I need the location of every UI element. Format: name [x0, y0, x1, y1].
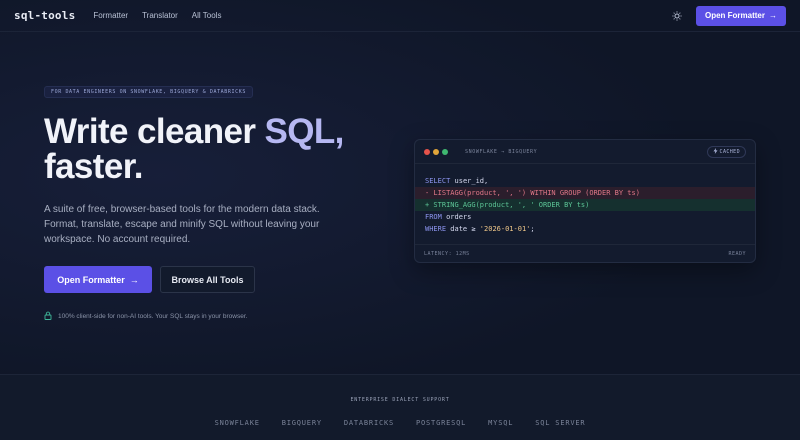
hero-title-accent: SQL, [264, 112, 345, 151]
window-dot-yellow [433, 148, 439, 155]
code-text: user_id, [450, 177, 489, 185]
dialect-snowflake: SNOWFLAKE [214, 419, 260, 427]
open-formatter-label: Open Formatter [57, 274, 125, 285]
sun-icon[interactable] [670, 9, 684, 23]
hero-description: A suite of free, browser-based tools for… [44, 204, 320, 245]
translation-preview-card: SNOWFLAKE → BIGQUERY CACHED SELECT user_… [414, 139, 756, 263]
dialect-databricks: DATABRICKS [343, 419, 395, 427]
code-string: '2026-01-01' [479, 225, 531, 233]
nav-link-translator[interactable]: Translator [142, 11, 178, 20]
card-title: SNOWFLAKE → BIGQUERY [465, 148, 538, 155]
lightning-icon [713, 147, 718, 156]
status-text: READY [728, 250, 746, 257]
dialect-mysql: MYSQL [488, 419, 514, 427]
hero-title: Write cleaner SQL, faster. [44, 114, 384, 184]
code-keyword: WHERE [425, 225, 447, 233]
dialect-list: SNOWFLAKE BIGQUERY DATABRICKS POSTGRESQL… [0, 419, 800, 427]
top-nav: sql-tools Formatter Translator All Tools… [0, 0, 800, 32]
arrow-right-icon: → [769, 11, 777, 20]
code-line: SELECT user_id, [415, 175, 755, 187]
code-text: ; [530, 225, 535, 233]
browse-all-tools-label: Browse All Tools [171, 274, 244, 285]
code-diff: SELECT user_id, - LISTAGG(product, ', ')… [415, 164, 755, 235]
code-keyword: SELECT [425, 177, 451, 185]
code-line-added: + STRING_AGG(product, ', ' ORDER BY ts) [415, 199, 755, 211]
cached-badge: CACHED [706, 145, 746, 158]
browse-all-tools-button[interactable]: Browse All Tools [160, 266, 255, 293]
window-dot-red [424, 148, 430, 155]
nav-link-formatter[interactable]: Formatter [93, 11, 128, 20]
card-header: SNOWFLAKE → BIGQUERY CACHED [415, 140, 755, 164]
code-line: FROM orders [415, 211, 755, 223]
logo[interactable]: sql-tools [14, 9, 75, 22]
nav-actions: Open Formatter → [670, 5, 786, 26]
code-line: WHERE date ≥ '2026-01-01'; [415, 223, 755, 235]
window-dot-green [442, 148, 448, 155]
nav-link-all-tools[interactable]: All Tools [192, 11, 222, 20]
cached-badge-label: CACHED [719, 148, 740, 155]
dialect-support-section: ENTERPRISE DIALECT SUPPORT SNOWFLAKE BIG… [0, 374, 800, 440]
code-line-removed: - LISTAGG(product, ', ') WITHIN GROUP (O… [415, 187, 755, 199]
audience-tagline: FOR DATA ENGINEERS ON SNOWFLAKE, BIGQUER… [44, 86, 253, 98]
privacy-note: 100% client-side for non-AI tools. Your … [44, 311, 247, 322]
dialect-bigquery: BIGQUERY [281, 419, 322, 427]
card-footer: LATENCY: 12MS READY [415, 244, 755, 262]
arrow-right-icon: → [129, 274, 139, 285]
open-formatter-nav-button[interactable]: Open Formatter → [695, 5, 786, 26]
privacy-note-text: 100% client-side for non-AI tools. Your … [58, 313, 248, 320]
dialect-support-title: ENTERPRISE DIALECT SUPPORT [350, 397, 450, 403]
hero-title-line2: faster. [44, 147, 144, 186]
dialect-postgresql: POSTGRESQL [416, 419, 467, 427]
hero-title-part1: Write cleaner [44, 112, 265, 151]
latency-readout: LATENCY: 12MS [424, 250, 470, 257]
open-formatter-nav-label: Open Formatter [704, 11, 765, 20]
code-text: date ≥ [446, 225, 480, 233]
dialect-sql-server: SQL SERVER [535, 419, 586, 427]
code-keyword: FROM [425, 213, 442, 221]
open-formatter-button[interactable]: Open Formatter → [44, 266, 152, 293]
lock-icon [44, 311, 52, 322]
code-text: orders [441, 213, 472, 221]
